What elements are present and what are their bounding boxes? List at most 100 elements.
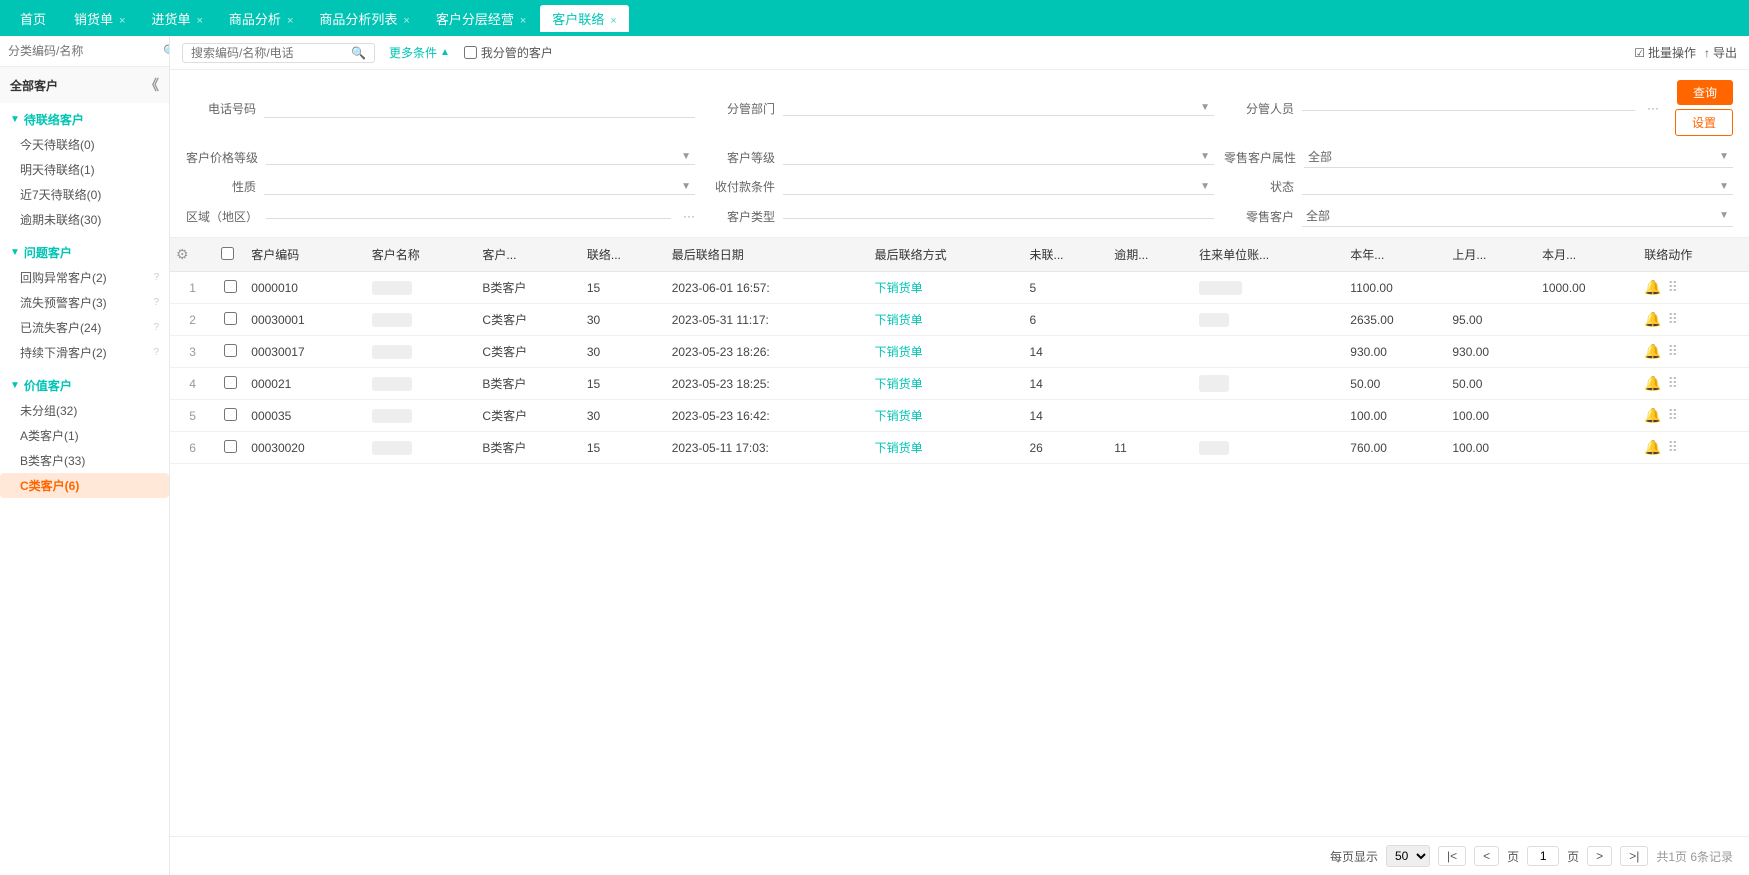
filter-manager-select[interactable] — [1302, 106, 1635, 111]
contact-method-link[interactable]: 下销货单 — [875, 281, 923, 295]
contact-icon[interactable]: 🔔 — [1644, 279, 1661, 296]
contact-icon[interactable]: 🔔 — [1644, 439, 1661, 456]
last-page-button[interactable]: >| — [1620, 846, 1648, 866]
sidebar-item[interactable]: A类客户(1) — [0, 423, 169, 448]
filter-customer-level-select[interactable]: ▼ — [783, 149, 1214, 165]
sidebar-item[interactable]: 近7天待联络(0) — [0, 182, 169, 207]
table-cell-7[interactable]: 下销货单 — [869, 272, 1024, 304]
nav-tab-销货单[interactable]: 销货单× — [62, 5, 137, 32]
table-column-1[interactable] — [215, 238, 245, 272]
contact-method-link[interactable]: 下销货单 — [875, 377, 923, 391]
first-page-button[interactable]: |< — [1438, 846, 1466, 866]
per-page-select[interactable]: 50 — [1386, 845, 1430, 867]
more-icon[interactable]: ⠿ — [1668, 311, 1678, 328]
page-number-input[interactable] — [1527, 846, 1559, 866]
close-tab-icon[interactable]: × — [119, 15, 125, 27]
close-tab-icon[interactable]: × — [196, 15, 202, 27]
sidebar-item[interactable]: C类客户(6) — [0, 473, 169, 498]
next-page-button[interactable]: > — [1587, 846, 1612, 866]
table-cell-1[interactable] — [215, 368, 245, 400]
table-cell-7[interactable]: 下销货单 — [869, 304, 1024, 336]
close-tab-icon[interactable]: × — [520, 15, 526, 27]
table-cell-1[interactable] — [215, 432, 245, 464]
sidebar-item[interactable]: 明天待联络(1) — [0, 157, 169, 182]
row-checkbox[interactable] — [224, 280, 237, 293]
filter-status-select[interactable]: ▼ — [1302, 179, 1733, 195]
close-tab-icon[interactable]: × — [287, 15, 293, 27]
contact-method-link[interactable]: 下销货单 — [875, 409, 923, 423]
filter-phone-input[interactable] — [264, 99, 695, 118]
sidebar-item[interactable]: 已流失客户(24)? — [0, 315, 169, 340]
filter-region-dots[interactable]: ··· — [683, 209, 695, 223]
sidebar-search-input[interactable] — [8, 44, 163, 58]
more-icon[interactable]: ⠿ — [1668, 439, 1678, 456]
table-cell-1[interactable] — [215, 304, 245, 336]
my-customers-checkbox-label[interactable]: 我分管的客户 — [464, 44, 553, 61]
close-tab-icon[interactable]: × — [403, 15, 409, 27]
filter-gender-select[interactable]: ▼ — [264, 179, 695, 195]
more-icon[interactable]: ⠿ — [1668, 279, 1678, 296]
nav-tab-进货单[interactable]: 进货单× — [139, 5, 214, 32]
filter-payment-select[interactable]: ▼ — [783, 179, 1214, 195]
batch-operation-button[interactable]: ☑ 批量操作 — [1634, 44, 1696, 61]
contact-method-link[interactable]: 下销货单 — [875, 345, 923, 359]
my-customers-checkbox[interactable] — [464, 46, 477, 59]
row-checkbox[interactable] — [224, 344, 237, 357]
filter-region-select[interactable] — [266, 214, 671, 219]
contact-icon[interactable]: 🔔 — [1644, 407, 1661, 424]
sidebar-item[interactable]: B类客户(33) — [0, 448, 169, 473]
table-cell-7[interactable]: 下销货单 — [869, 432, 1024, 464]
contact-icon[interactable]: 🔔 — [1644, 343, 1661, 360]
select-all-checkbox[interactable] — [221, 247, 234, 260]
row-checkbox[interactable] — [224, 408, 237, 421]
search-icon[interactable]: 🔍 — [351, 46, 366, 60]
query-button[interactable]: 查询 — [1677, 80, 1733, 105]
sidebar-item[interactable]: 持续下滑客户(2)? — [0, 340, 169, 365]
search-input[interactable] — [191, 46, 351, 60]
settings-icon[interactable]: ⚙ — [176, 246, 189, 262]
table-cell-7[interactable]: 下销货单 — [869, 368, 1024, 400]
nav-home[interactable]: 首页 — [8, 5, 58, 32]
nav-tab-客户分层经营[interactable]: 客户分层经营× — [424, 5, 538, 32]
table-cell-1[interactable] — [215, 336, 245, 368]
contact-method-link[interactable]: 下销货单 — [875, 441, 923, 455]
filter-manager-dots[interactable]: ··· — [1647, 101, 1659, 115]
close-tab-icon[interactable]: × — [610, 15, 616, 27]
sidebar-item[interactable]: 回购异常客户(2)? — [0, 265, 169, 290]
row-checkbox[interactable] — [224, 312, 237, 325]
sidebar-all-customers[interactable]: 全部客户 《 — [0, 67, 169, 103]
export-button[interactable]: ↑ 导出 — [1704, 44, 1737, 61]
sidebar-collapse-icon[interactable]: 《 — [145, 75, 159, 95]
more-icon[interactable]: ⠿ — [1668, 343, 1678, 360]
contact-method-link[interactable]: 下销货单 — [875, 313, 923, 327]
filter-dept-select[interactable]: ▼ — [783, 100, 1214, 116]
filter-more-button[interactable]: 更多条件 ▲ — [383, 42, 456, 63]
table-column-0[interactable]: ⚙ — [170, 238, 215, 272]
filter-retail-customer-select[interactable]: 全部 ▼ — [1302, 205, 1733, 227]
filter-customer-value-select[interactable]: ▼ — [266, 149, 695, 165]
set-button[interactable]: 设置 — [1675, 109, 1733, 136]
table-cell-7[interactable]: 下销货单 — [869, 336, 1024, 368]
filter-customer-type-select[interactable] — [783, 214, 1214, 219]
more-icon[interactable]: ⠿ — [1668, 407, 1678, 424]
table-cell-1[interactable] — [215, 400, 245, 432]
nav-tab-商品分析[interactable]: 商品分析× — [217, 5, 305, 32]
sidebar-item[interactable]: 流失预警客户(3)? — [0, 290, 169, 315]
sidebar-item[interactable]: 今天待联络(0) — [0, 132, 169, 157]
table-cell-1[interactable] — [215, 272, 245, 304]
row-checkbox[interactable] — [224, 376, 237, 389]
table-cell-2: 0000010 — [245, 272, 366, 304]
contact-icon[interactable]: 🔔 — [1644, 375, 1661, 392]
table-cell-2: 000035 — [245, 400, 366, 432]
filter-retail-attr-select[interactable]: 全部 ▼ — [1304, 146, 1733, 168]
sidebar-item[interactable]: 未分组(32) — [0, 398, 169, 423]
nav-tab-客户联络[interactable]: 客户联络× — [540, 5, 628, 32]
sidebar-search-icon[interactable]: 🔍 — [163, 44, 170, 58]
row-checkbox[interactable] — [224, 440, 237, 453]
sidebar-item[interactable]: 逾期未联络(30) — [0, 207, 169, 232]
table-cell-7[interactable]: 下销货单 — [869, 400, 1024, 432]
prev-page-button[interactable]: < — [1474, 846, 1499, 866]
nav-tab-商品分析列表[interactable]: 商品分析列表× — [307, 5, 421, 32]
more-icon[interactable]: ⠿ — [1668, 375, 1678, 392]
contact-icon[interactable]: 🔔 — [1644, 311, 1661, 328]
